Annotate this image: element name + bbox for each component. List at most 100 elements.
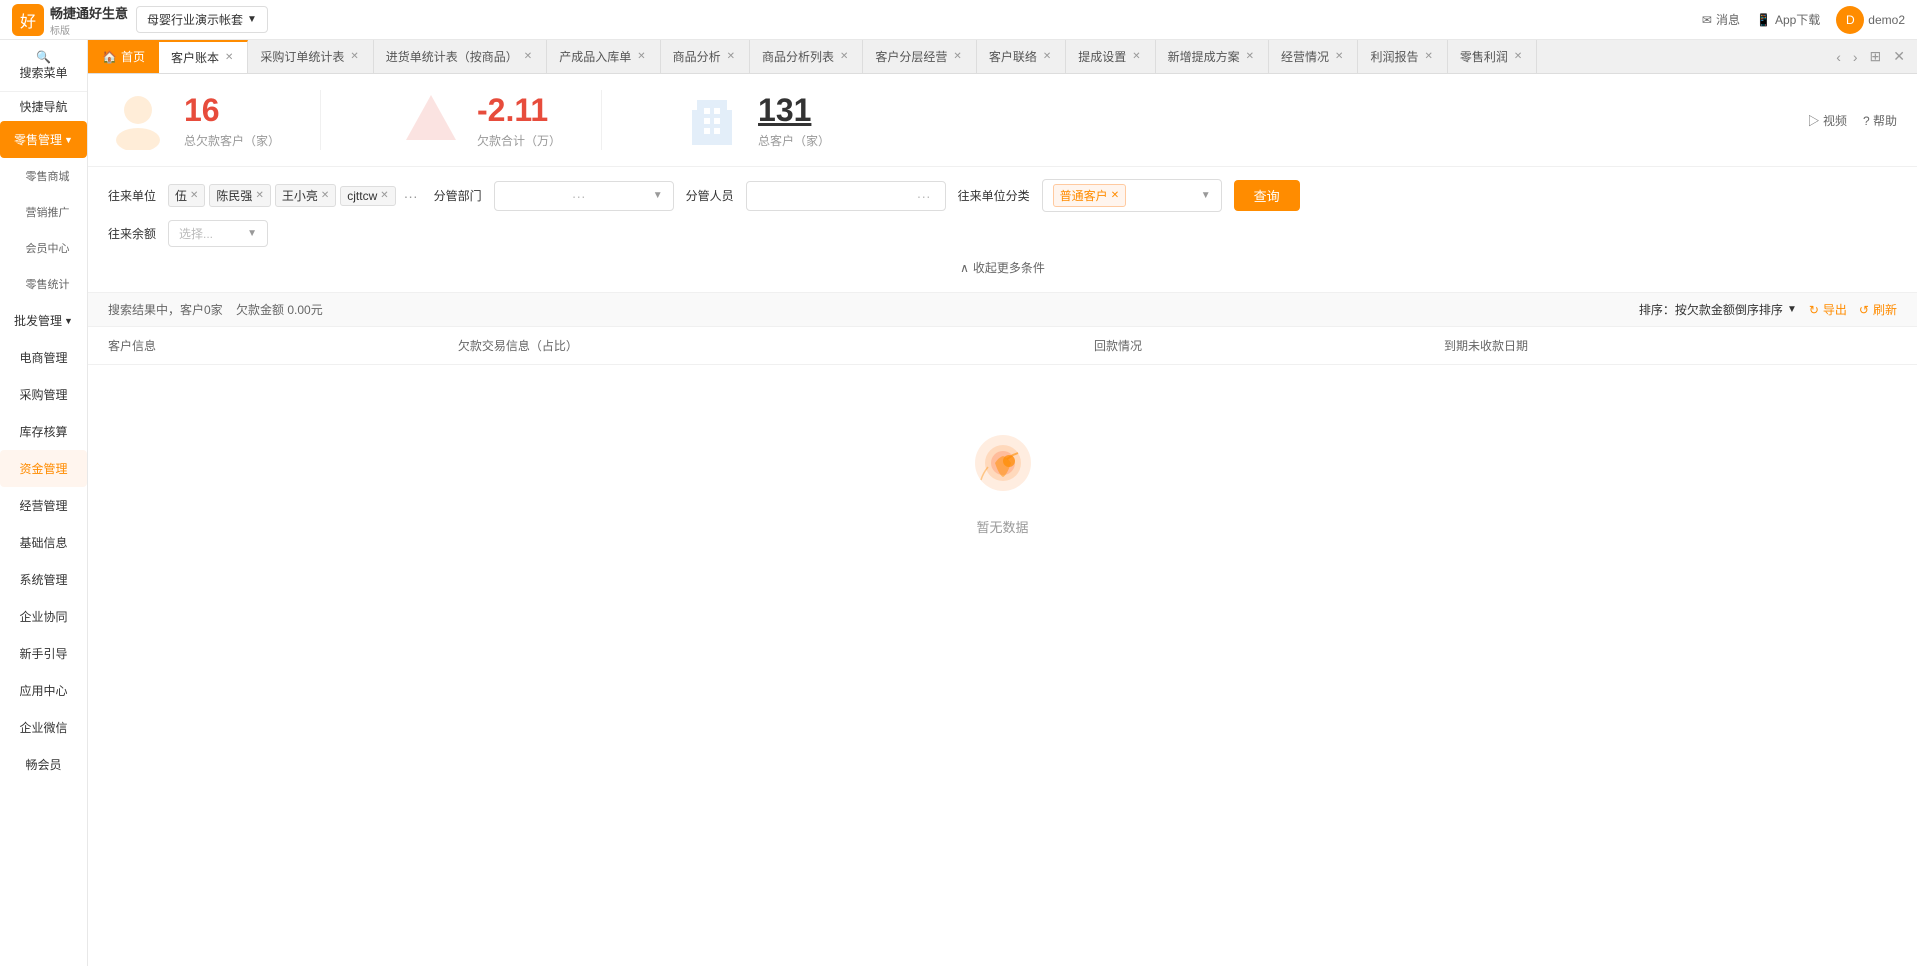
refresh-button[interactable]: ↺ 刷新 — [1859, 301, 1897, 318]
person-select[interactable]: ··· — [746, 181, 946, 211]
sidebar-item-chang-member[interactable]: 畅会员 — [0, 746, 87, 783]
tab-stock-stats-by-product[interactable]: 进货单统计表（按商品） ✕ — [374, 40, 547, 74]
messages-button[interactable]: ✉ 消息 — [1702, 11, 1740, 28]
col-customer-info: 客户信息 — [88, 327, 438, 365]
tab-profit-report[interactable]: 利润报告 ✕ — [1358, 40, 1447, 74]
credit-icon — [401, 90, 461, 150]
sidebar-item-marketing[interactable]: 营销推广 — [0, 194, 87, 230]
query-button[interactable]: 查询 — [1234, 180, 1300, 211]
download-button[interactable]: 📱 App下载 — [1756, 11, 1820, 28]
sidebar-item-inventory[interactable]: 库存核算 — [0, 413, 87, 450]
sidebar: 🔍 搜索菜单 快捷导航 零售管理 ▼ 零售商城 营销推广 会员中心 零售统计 批… — [0, 40, 88, 966]
tab-menu-button[interactable]: ⊞ — [1866, 46, 1886, 67]
tab-customer-segment[interactable]: 客户分层经营 ✕ — [863, 40, 976, 74]
header-left: 好 畅捷通好生意 标版 母婴行业演示帐套 ▼ — [12, 3, 268, 37]
header-right: ✉ 消息 📱 App下载 D demo2 — [1702, 6, 1905, 34]
balance-select[interactable]: 选择... ▼ — [168, 220, 268, 247]
tab-close-icon[interactable]: ✕ — [635, 50, 647, 63]
unit-tag-wang: 王小亮 ✕ — [275, 184, 336, 207]
sidebar-item-retail-stats[interactable]: 零售统计 — [0, 266, 87, 302]
tab-add-commission-plan[interactable]: 新增提成方案 ✕ — [1156, 40, 1269, 74]
sidebar-item-app-center[interactable]: 应用中心 — [0, 672, 87, 709]
tab-label: 进货单统计表（按商品） — [386, 48, 518, 65]
sidebar-item-new-guide[interactable]: 新手引导 — [0, 635, 87, 672]
video-button[interactable]: ▷ 视频 — [1808, 112, 1847, 129]
workspace-selector[interactable]: 母婴行业演示帐套 ▼ — [136, 6, 268, 33]
dept-select[interactable]: ··· ▼ — [494, 181, 674, 211]
tag-text: cjttcw — [347, 189, 377, 203]
sidebar-search[interactable]: 🔍 搜索菜单 — [0, 40, 87, 92]
more-tags-button[interactable]: ··· — [400, 186, 422, 206]
data-table: 客户信息 欠款交易信息（占比） 回款情况 到期未收款日期 — [88, 327, 1917, 365]
tab-retail-profit[interactable]: 零售利润 ✕ — [1448, 40, 1537, 74]
person-filter-label: 分管人员 — [686, 187, 734, 204]
top-header: 好 畅捷通好生意 标版 母婴行业演示帐套 ▼ ✉ 消息 📱 App下载 D de… — [0, 0, 1917, 40]
sidebar-quick-nav[interactable]: 快捷导航 — [0, 92, 87, 121]
tab-close-icon[interactable]: ✕ — [1422, 50, 1434, 63]
sidebar-item-label: 系统管理 — [19, 571, 67, 588]
tab-product-analysis[interactable]: 商品分析 ✕ — [661, 40, 750, 74]
balance-filter-label: 往来余额 — [108, 225, 156, 242]
tag-close-wang[interactable]: ✕ — [321, 190, 329, 201]
tag-close-cjttcw[interactable]: ✕ — [380, 190, 388, 201]
collapse-more-button[interactable]: ∧ 收起更多条件 — [108, 255, 1897, 280]
tab-commission-settings[interactable]: 提成设置 ✕ — [1066, 40, 1155, 74]
tab-close-icon[interactable]: ✕ — [1244, 50, 1256, 63]
sidebar-item-retail-management[interactable]: 零售管理 ▼ — [0, 121, 87, 158]
tab-close-icon[interactable]: ✕ — [951, 50, 963, 63]
empty-text: 暂无数据 — [976, 517, 1028, 536]
unit-type-tag-close[interactable]: ✕ — [1111, 190, 1119, 201]
tab-close-icon[interactable]: ✕ — [1512, 50, 1524, 63]
tab-product-in-warehouse[interactable]: 产成品入库单 ✕ — [547, 40, 660, 74]
sidebar-item-enterprise-collab[interactable]: 企业协同 — [0, 598, 87, 635]
tab-customer-ledger[interactable]: 客户账本 ✕ — [159, 40, 248, 74]
sidebar-item-finance[interactable]: 资金管理 — [0, 450, 87, 487]
chevron-icon: ▼ — [64, 135, 73, 145]
unit-type-select[interactable]: 普通客户 ✕ ▼ — [1042, 179, 1222, 212]
export-button[interactable]: ↻ 导出 — [1809, 301, 1847, 318]
sidebar-item-wholesale[interactable]: 批发管理 ▼ — [0, 302, 87, 339]
chevron-down-icon: ▼ — [1787, 304, 1797, 315]
tab-close-icon[interactable]: ✕ — [1130, 50, 1142, 63]
main-layout: 🔍 搜索菜单 快捷导航 零售管理 ▼ 零售商城 营销推广 会员中心 零售统计 批… — [0, 40, 1917, 966]
sidebar-item-retail-mall[interactable]: 零售商城 — [0, 158, 87, 194]
tab-operations[interactable]: 经营情况 ✕ — [1269, 40, 1358, 74]
tab-prev-button[interactable]: ‹ — [1832, 47, 1845, 67]
tab-close-icon[interactable]: ✕ — [348, 50, 360, 63]
tab-close-icon[interactable]: ✕ — [1041, 50, 1053, 63]
tab-close-all-button[interactable]: ✕ — [1889, 46, 1909, 67]
sidebar-item-purchase[interactable]: 采购管理 — [0, 376, 87, 413]
chevron-up-icon: ∧ — [960, 261, 969, 275]
tab-customer-contact[interactable]: 客户联络 ✕ — [977, 40, 1066, 74]
tab-close-icon[interactable]: ✕ — [725, 50, 737, 63]
sidebar-item-base-info[interactable]: 基础信息 — [0, 524, 87, 561]
sort-select[interactable]: 排序：按欠款金额倒序排序 ▼ — [1639, 301, 1797, 318]
total-customers-number: 131 — [758, 91, 830, 129]
credit-total-number: -2.11 — [477, 91, 561, 129]
sidebar-item-enterprise-wechat[interactable]: 企业微信 — [0, 709, 87, 746]
tab-close-icon[interactable]: ✕ — [522, 50, 534, 63]
tab-home[interactable]: 🏠 首页 — [88, 40, 159, 74]
chevron-icon: ▼ — [64, 316, 73, 326]
tag-close-chen[interactable]: ✕ — [255, 190, 263, 201]
credit-total-label: 欠款合计（万） — [477, 132, 561, 149]
sidebar-item-ecommerce[interactable]: 电商管理 — [0, 339, 87, 376]
sidebar-item-label: 会员中心 — [26, 240, 70, 256]
tab-product-analysis-list[interactable]: 商品分析列表 ✕ — [750, 40, 863, 74]
tag-close-wu[interactable]: ✕ — [190, 190, 198, 201]
sidebar-item-label: 电商管理 — [19, 349, 67, 366]
tab-purchase-order-stats[interactable]: 采购订单统计表 ✕ — [248, 40, 373, 74]
tab-next-button[interactable]: › — [1849, 47, 1862, 67]
filter-area: 往来单位 伍 ✕ 陈民强 ✕ 王小亮 — [88, 167, 1917, 293]
tab-close-icon[interactable]: ✕ — [1333, 50, 1345, 63]
tab-close-icon[interactable]: ✕ — [223, 51, 235, 64]
sidebar-item-system[interactable]: 系统管理 — [0, 561, 87, 598]
sidebar-item-label: 基础信息 — [19, 534, 67, 551]
dept-filter-label: 分管部门 — [434, 187, 482, 204]
refresh-spin-icon: ↺ — [1859, 303, 1869, 317]
sidebar-item-member-center[interactable]: 会员中心 — [0, 230, 87, 266]
tab-close-icon[interactable]: ✕ — [838, 50, 850, 63]
user-menu[interactable]: D demo2 — [1836, 6, 1905, 34]
help-button[interactable]: ? 帮助 — [1863, 112, 1897, 129]
sidebar-item-operations[interactable]: 经营管理 — [0, 487, 87, 524]
